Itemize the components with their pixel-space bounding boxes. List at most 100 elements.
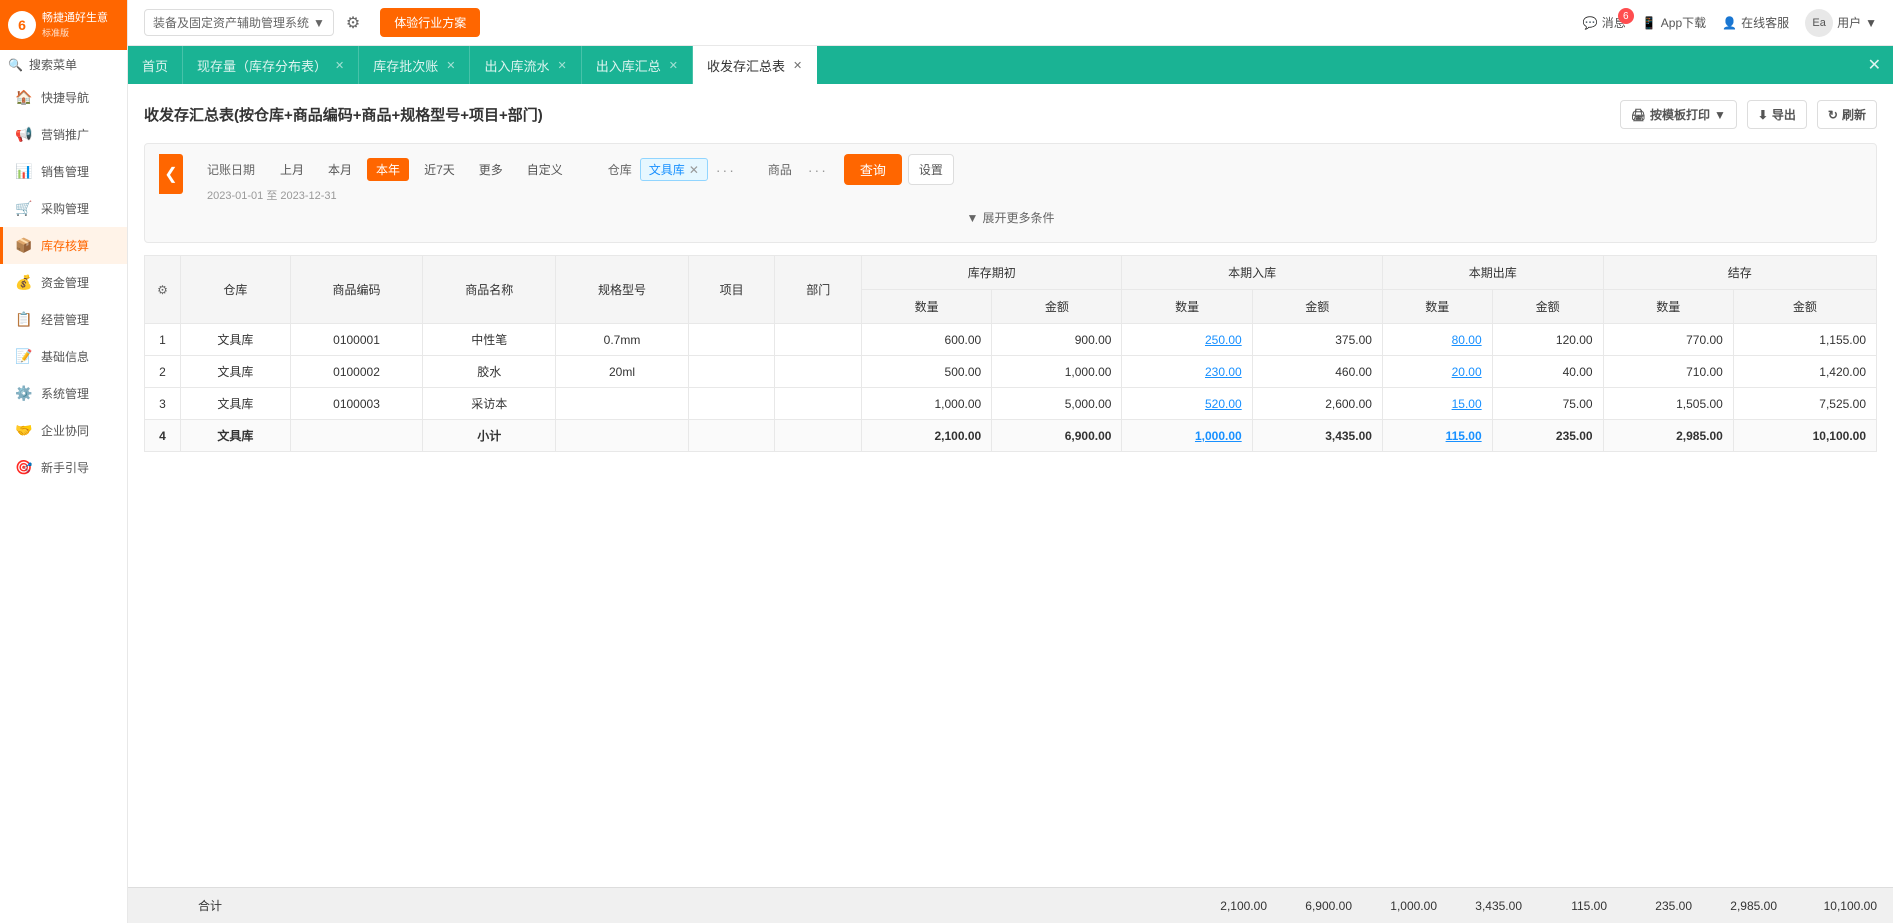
filter-toggle[interactable]: ❮ [159, 154, 183, 194]
cell-name: 中性笔 [423, 324, 556, 356]
tab-inout-summary[interactable]: 出入库汇总 ✕ [582, 46, 693, 84]
sidebar-item-marketing[interactable]: 📢 营销推广 [0, 116, 127, 153]
date-btn-more[interactable]: 更多 [470, 158, 512, 181]
system-selector-chevron: ▼ [313, 16, 325, 30]
tab-inventory-dist-close[interactable]: ✕ [335, 59, 344, 72]
cell-in-qty[interactable]: 250.00 [1122, 324, 1252, 356]
sidebar-item-guide[interactable]: 🎯 新手引导 [0, 449, 127, 486]
avatar: Ea [1805, 9, 1833, 37]
cell-opening-amt: 6,900.00 [992, 420, 1122, 452]
cell-out-qty[interactable]: 115.00 [1382, 420, 1492, 452]
main-area: 装备及固定资产辅助管理系统 ▼ ⚙ 体验行业方案 💬 消息 6 📱 App下载 … [128, 0, 1893, 923]
date-btn-this-month[interactable]: 本月 [319, 158, 361, 181]
cell-out-qty[interactable]: 20.00 [1382, 356, 1492, 388]
cell-spec [556, 388, 689, 420]
th-dept: 部门 [775, 256, 862, 324]
inventory-icon: 📦 [15, 237, 33, 254]
filter-settings-button[interactable]: 设置 [908, 154, 954, 185]
quicknav-icon: 🏠 [15, 89, 33, 106]
th-settings: ⚙ [145, 256, 181, 324]
tab-recv-summary-label: 收发存汇总表 [707, 56, 785, 75]
cell-out-amt: 235.00 [1492, 420, 1603, 452]
message-badge: 6 [1618, 8, 1634, 24]
refresh-icon: ↻ [1828, 108, 1838, 122]
tab-recv-summary-close[interactable]: ✕ [793, 59, 802, 72]
cell-warehouse: 文具库 [181, 324, 291, 356]
th-name: 商品名称 [423, 256, 556, 324]
settings-icon[interactable]: ⚙ [346, 13, 360, 33]
query-button[interactable]: 查询 [844, 154, 902, 185]
print-label: 按模板打印 [1650, 106, 1710, 123]
warehouse-dots[interactable]: ··· [716, 162, 736, 178]
date-range: 2023-01-01 至 2023-12-31 [207, 187, 954, 203]
cell-closing-amt: 1,155.00 [1733, 324, 1876, 356]
tab-inventory-dist[interactable]: 现存量（库存分布表） ✕ [183, 46, 359, 84]
bottom-total-bar: 合计 2,100.00 6,900.00 1,000.00 3,435.00 1… [128, 887, 1893, 923]
page-title: 收发存汇总表(按仓库+商品编码+商品+规格型号+项目+部门) [144, 104, 543, 125]
print-button[interactable]: 🖨 按模板打印 ▼ [1620, 100, 1737, 129]
cell-closing-qty: 1,505.00 [1603, 388, 1733, 420]
sidebar-item-finance[interactable]: 💰 资金管理 [0, 264, 127, 301]
footer-out-amt: 235.00 [1607, 899, 1692, 913]
tab-batch[interactable]: 库存批次账 ✕ [359, 46, 470, 84]
app-download-item[interactable]: 📱 App下载 [1642, 14, 1706, 31]
cell-dept [775, 324, 862, 356]
cell-in-qty[interactable]: 1,000.00 [1122, 420, 1252, 452]
tab-batch-close[interactable]: ✕ [446, 59, 455, 72]
app-download-icon: 📱 [1642, 16, 1657, 30]
tab-recv-summary[interactable]: 收发存汇总表 ✕ [693, 46, 817, 84]
sidebar-item-operation[interactable]: 📋 经营管理 [0, 301, 127, 338]
date-btn-custom[interactable]: 自定义 [518, 158, 572, 181]
data-table: ⚙ 仓库 商品编码 商品名称 规格型号 项目 部门 库存期初 本期入库 本期出库… [144, 255, 1877, 452]
sidebar-item-corp-label: 企业协同 [41, 422, 89, 439]
tab-inout-flow-close[interactable]: ✕ [558, 59, 567, 72]
sidebar-item-quicknav[interactable]: 🏠 快捷导航 [0, 79, 127, 116]
goods-dots[interactable]: ··· [808, 162, 828, 178]
sidebar-item-sales[interactable]: 📊 销售管理 [0, 153, 127, 190]
footer-out-qty: 115.00 [1522, 899, 1607, 913]
footer-closing-qty: 2,985.00 [1692, 899, 1777, 913]
experience-button[interactable]: 体验行业方案 [380, 8, 480, 37]
expand-more-btn[interactable]: ▼ 展开更多条件 [159, 203, 1862, 232]
date-btn-prev-month[interactable]: 上月 [271, 158, 313, 181]
th-opening-amt: 金额 [992, 290, 1122, 324]
tab-home[interactable]: 首页 [128, 46, 183, 84]
cell-in-qty[interactable]: 520.00 [1122, 388, 1252, 420]
basic-icon: 📝 [15, 348, 33, 365]
sidebar-item-purchase[interactable]: 🛒 采购管理 [0, 190, 127, 227]
cell-out-qty[interactable]: 80.00 [1382, 324, 1492, 356]
footer-closing-amt: 10,100.00 [1777, 899, 1877, 913]
finance-icon: 💰 [15, 274, 33, 291]
messages-item[interactable]: 💬 消息 6 [1583, 14, 1626, 31]
sidebar: 6 畅捷通好生意 标准版 🔍 搜索菜单 🏠 快捷导航 📢 营销推广 📊 销售管理… [0, 0, 128, 923]
search-menu-item[interactable]: 🔍 搜索菜单 [0, 50, 127, 79]
cell-dept [775, 356, 862, 388]
sidebar-item-inventory[interactable]: 📦 库存核算 [0, 227, 127, 264]
table-settings-icon[interactable]: ⚙ [157, 283, 168, 297]
date-btn-7days[interactable]: 近7天 [415, 158, 464, 181]
system-selector[interactable]: 装备及固定资产辅助管理系统 ▼ [144, 9, 334, 36]
tab-inventory-dist-label: 现存量（库存分布表） [197, 56, 327, 75]
sidebar-logo: 6 畅捷通好生意 标准版 [0, 0, 127, 50]
sidebar-item-basic[interactable]: 📝 基础信息 [0, 338, 127, 375]
cell-in-qty[interactable]: 230.00 [1122, 356, 1252, 388]
th-in: 本期入库 [1122, 256, 1382, 290]
cell-out-qty[interactable]: 15.00 [1382, 388, 1492, 420]
th-code: 商品编码 [290, 256, 423, 324]
date-btn-this-year[interactable]: 本年 [367, 158, 409, 181]
cell-seq: 2 [145, 356, 181, 388]
sidebar-item-purchase-label: 采购管理 [41, 200, 89, 217]
sidebar-item-quicknav-label: 快捷导航 [41, 89, 89, 106]
cell-project [688, 356, 775, 388]
refresh-button[interactable]: ↻ 刷新 [1817, 100, 1877, 129]
tab-bar-close[interactable]: ✕ [1856, 46, 1893, 84]
tab-inout-flow[interactable]: 出入库流水 ✕ [470, 46, 581, 84]
user-avatar-item[interactable]: Ea 用户 ▼ [1805, 9, 1877, 37]
warehouse-tag-remove[interactable]: ✕ [689, 163, 699, 177]
export-button[interactable]: ⬇ 导出 [1747, 100, 1807, 129]
sidebar-item-system[interactable]: ⚙️ 系统管理 [0, 375, 127, 412]
sidebar-item-corp[interactable]: 🤝 企业协同 [0, 412, 127, 449]
tab-inout-summary-close[interactable]: ✕ [669, 59, 678, 72]
corp-icon: 🤝 [15, 422, 33, 439]
online-service-item[interactable]: 👤 在线客服 [1722, 14, 1789, 31]
